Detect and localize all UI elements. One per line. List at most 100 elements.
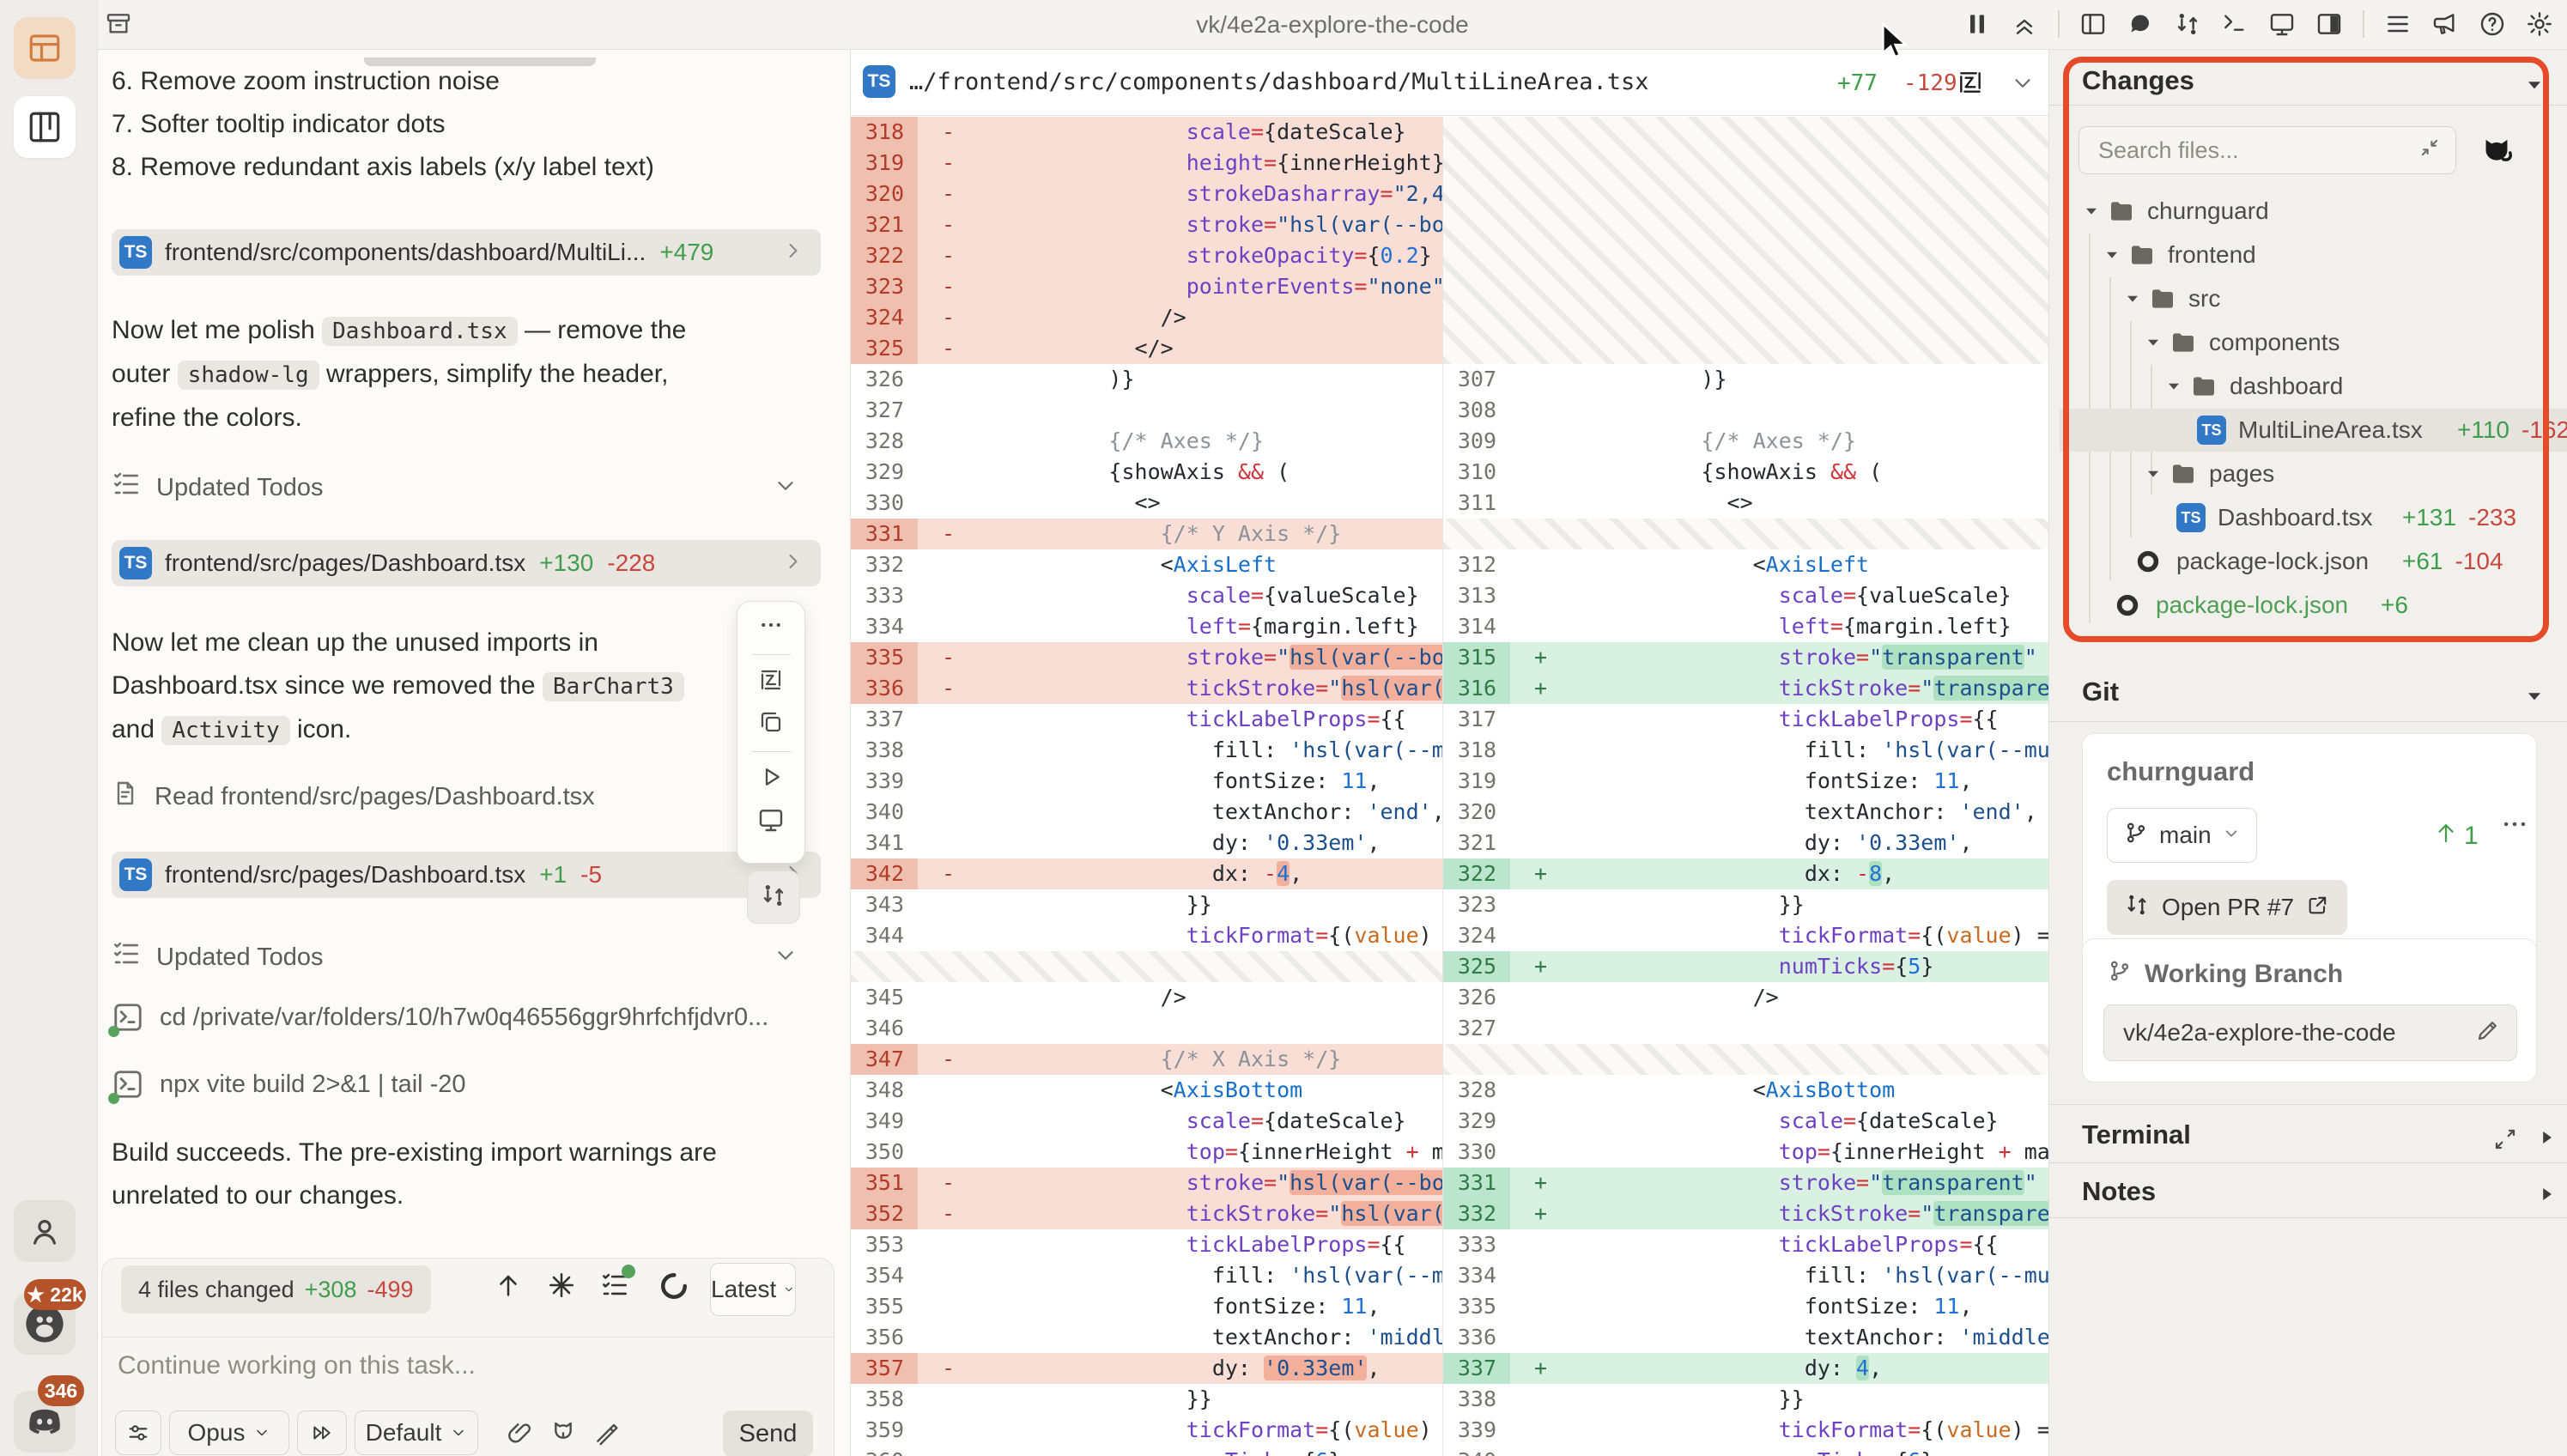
chat-bubble-button[interactable] (2127, 10, 2154, 38)
settings-button[interactable] (2526, 10, 2553, 38)
code-line: fontSize: 11, (1572, 766, 2048, 797)
file-diff-chip[interactable]: TSfrontend/src/components/dashboard/Mult… (112, 229, 821, 276)
code-line: dx: -8, (1572, 858, 2048, 889)
diff-row: 318- scale={dateScale} (851, 117, 1442, 148)
file-diff-chip[interactable]: TSfrontend/src/pages/Dashboard.tsx+130-2… (112, 540, 821, 586)
tree-folder-frontend[interactable]: frontend (2049, 234, 2567, 276)
tool-call-row[interactable]: Read frontend/src/pages/Dashboard.tsx (112, 777, 821, 816)
tree-file-package-lock-json[interactable]: package-lock.json+61-104 (2049, 540, 2567, 583)
tree-folder-churnguard[interactable]: churnguard (2049, 190, 2567, 233)
tree-folder-components[interactable]: components (2049, 321, 2567, 364)
tree-folder-src[interactable]: src (2049, 277, 2567, 320)
todos-status-button[interactable] (600, 1271, 629, 1304)
collapse-up-button[interactable] (2011, 10, 2038, 38)
expand-terminal-icon[interactable] (2492, 1126, 2518, 1156)
line-number: 310 (1443, 457, 1510, 488)
git-compare-icon (760, 882, 787, 913)
terminal-section-header[interactable]: Terminal (2082, 1119, 2191, 1150)
branch-selector-button[interactable]: main (2107, 808, 2257, 863)
tree-caret-icon[interactable] (2144, 321, 2163, 364)
chevron-down-icon (2222, 822, 2241, 849)
updated-todos-row[interactable]: Updated Todos (112, 468, 821, 507)
fast-forward-button[interactable] (297, 1410, 347, 1455)
repo-menu-button[interactable] (2500, 810, 2529, 843)
terminal-command-row[interactable]: cd /private/var/folders/10/h7w0q46556ggr… (112, 998, 821, 1037)
diff-marker (1510, 580, 1572, 611)
tree-caret-icon[interactable] (2103, 234, 2121, 276)
spark-button[interactable] (547, 1271, 576, 1304)
open-pr-button[interactable]: Open PR #7 (2107, 880, 2347, 935)
files-changed-pill[interactable]: 4 files changed+308-499 (121, 1265, 431, 1313)
line-number: 309 (1443, 426, 1510, 457)
file-diff-chip[interactable]: TSfrontend/src/pages/Dashboard.tsx+1-5 (112, 852, 821, 898)
cat-button[interactable] (549, 1418, 577, 1450)
copy-button[interactable] (758, 709, 784, 739)
tree-caret-icon[interactable] (2144, 452, 2163, 495)
tree-folder-pages[interactable]: pages (2049, 452, 2567, 495)
updated-todos-row[interactable]: Updated Todos (112, 937, 821, 977)
terminal-command-row[interactable]: npx vite build 2>&1 | tail -20 (112, 1065, 821, 1104)
latest-selector[interactable]: Latest (710, 1263, 796, 1316)
sidebar-account-button[interactable] (14, 1200, 76, 1262)
git-collapse-caret[interactable] (2523, 685, 2546, 712)
edit-branch-icon[interactable] (2475, 1017, 2501, 1049)
send-label: Send (739, 1420, 798, 1448)
open-in-zed-button[interactable] (1957, 69, 1984, 100)
code-line: tickStroke="hsl(var(--border))" (980, 673, 1442, 704)
menu-button[interactable] (2384, 10, 2412, 38)
numbered-list: 6. Remove zoom instruction noise7. Softe… (112, 60, 821, 189)
git-compare-button[interactable] (2174, 10, 2201, 38)
topbar: vk/4e2a-explore-the-code (98, 0, 2567, 50)
mode-selector[interactable]: Default (355, 1410, 478, 1455)
preview-button[interactable] (757, 806, 785, 838)
tree-folder-dashboard[interactable]: dashboard (2049, 365, 2567, 408)
diff-header[interactable]: TS …/frontend/src/components/dashboard/M… (851, 50, 2048, 116)
megaphone-icon (2431, 10, 2459, 38)
scroll-up-button[interactable] (494, 1271, 523, 1304)
diff-row: 312 <AxisLeft (1443, 549, 2048, 580)
tree-file-package-lock-json[interactable]: package-lock.json+6 (2049, 584, 2567, 627)
working-branch-card: Working Branch vk/4e2a-explore-the-code (2082, 938, 2537, 1083)
tree-caret-icon[interactable] (2123, 277, 2142, 320)
chevron-down-icon[interactable] (773, 473, 798, 506)
display-button[interactable] (2268, 10, 2296, 38)
notes-section-header[interactable]: Notes (2082, 1176, 2156, 1207)
git-compare-chip[interactable] (747, 871, 800, 924)
diff-marker (1510, 1106, 1572, 1137)
tri-right-icon (2535, 1183, 2558, 1205)
tree-caret-icon[interactable] (2082, 190, 2101, 233)
tree-caret-icon[interactable] (2164, 365, 2183, 408)
pen-button[interactable] (593, 1418, 621, 1450)
code-line: /> (980, 982, 1442, 1013)
working-branch-input[interactable]: vk/4e2a-explore-the-code (2103, 1004, 2517, 1061)
diff-row: 325+ numTicks={5} (1443, 951, 2048, 982)
drag-handle-icon[interactable] (758, 612, 784, 642)
terminal-collapse-caret[interactable] (2535, 1126, 2558, 1153)
settings-sliders-button[interactable] (115, 1410, 161, 1455)
send-button[interactable]: Send (723, 1410, 813, 1456)
sidebar-tab-board[interactable] (14, 96, 76, 158)
editor-zed-button[interactable] (758, 667, 784, 697)
pause-button[interactable] (1963, 10, 1991, 38)
terminal-button[interactable] (2221, 10, 2248, 38)
git-section-header[interactable]: Git (2082, 676, 2119, 707)
help-button[interactable] (2479, 10, 2506, 38)
chevron-down-icon[interactable] (773, 943, 798, 975)
collapse-diff-button[interactable] (2010, 70, 2036, 100)
attach-button[interactable] (507, 1418, 534, 1450)
sidebar-tab-chat[interactable] (14, 17, 76, 79)
run-button[interactable] (758, 764, 784, 794)
notes-collapse-caret[interactable] (2535, 1183, 2558, 1210)
panel-left-button[interactable] (2079, 10, 2107, 38)
tree-file-multilinearea-tsx[interactable]: TSMultiLineArea.tsx+110-162 (2060, 409, 2567, 452)
panel-right-button[interactable] (2315, 10, 2343, 38)
line-number: 323 (1443, 889, 1510, 920)
line-number: 333 (851, 580, 918, 611)
tree-file-dashboard-tsx[interactable]: TSDashboard.tsx+131-233 (2049, 496, 2567, 539)
model-selector[interactable]: Opus (169, 1410, 289, 1455)
diff-row: 313 scale={valueScale} (1443, 580, 2048, 611)
message-input[interactable]: Continue working on this task... (118, 1351, 476, 1380)
megaphone-button[interactable] (2431, 10, 2459, 38)
code-line: fontSize: 11, (980, 766, 1442, 797)
diff-row: 323- pointerEvents="none" (851, 271, 1442, 302)
